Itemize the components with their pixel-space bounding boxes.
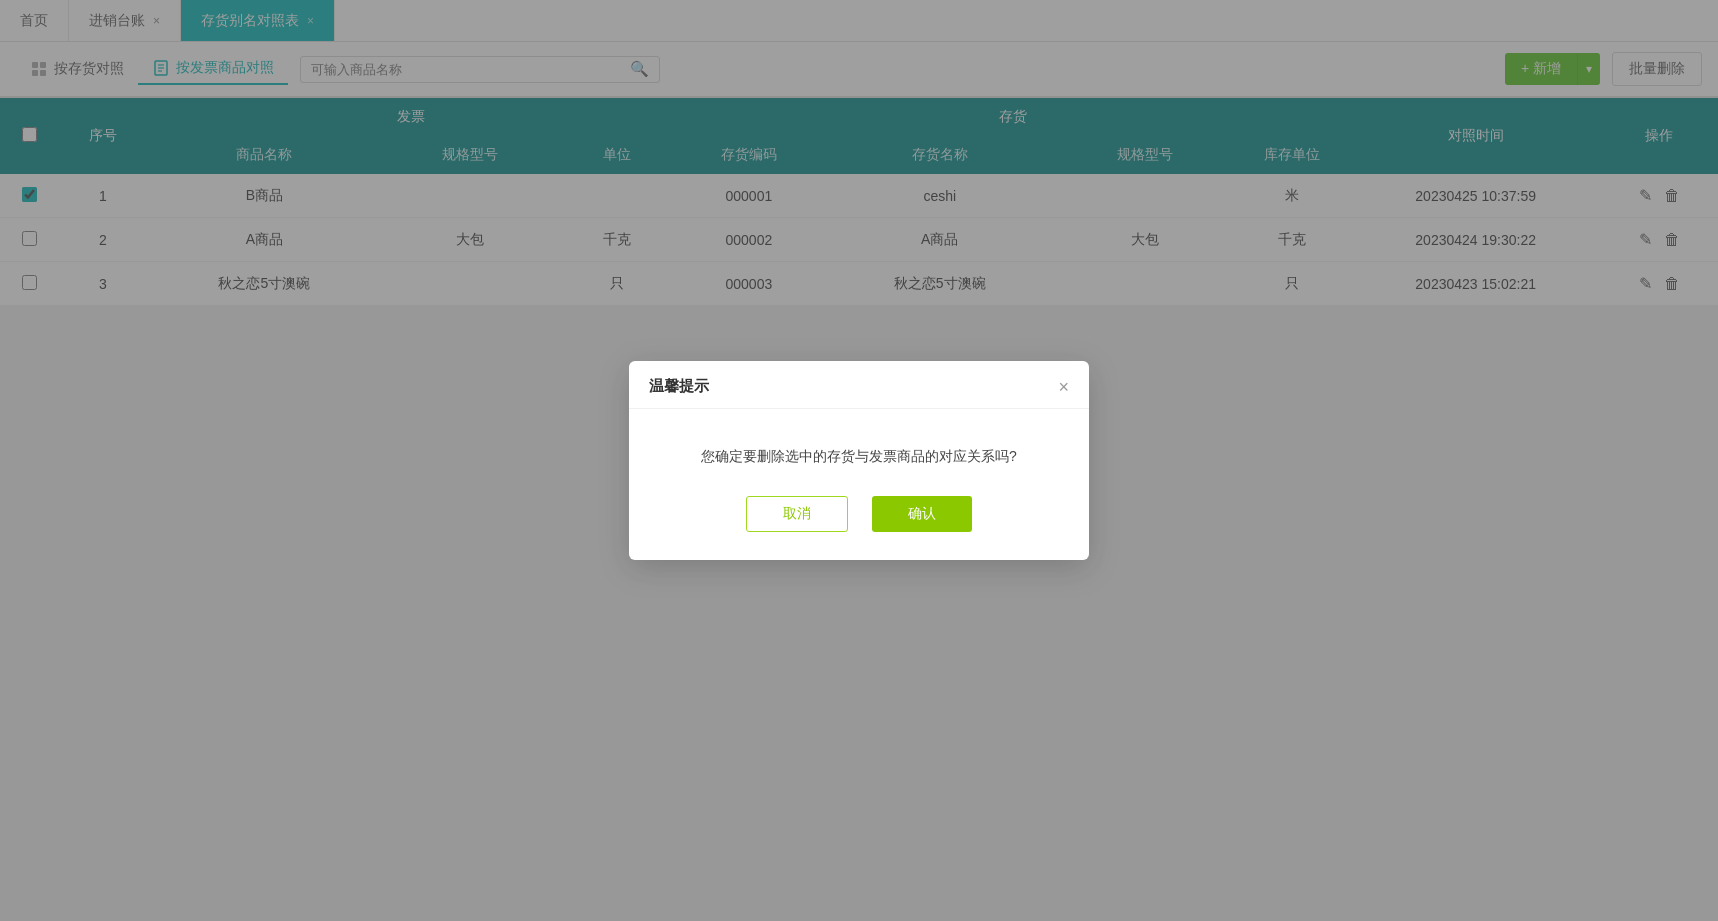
dialog-overlay: 温馨提示 × 您确定要删除选中的存货与发票商品的对应关系吗? 取消 确认 — [0, 0, 1718, 306]
